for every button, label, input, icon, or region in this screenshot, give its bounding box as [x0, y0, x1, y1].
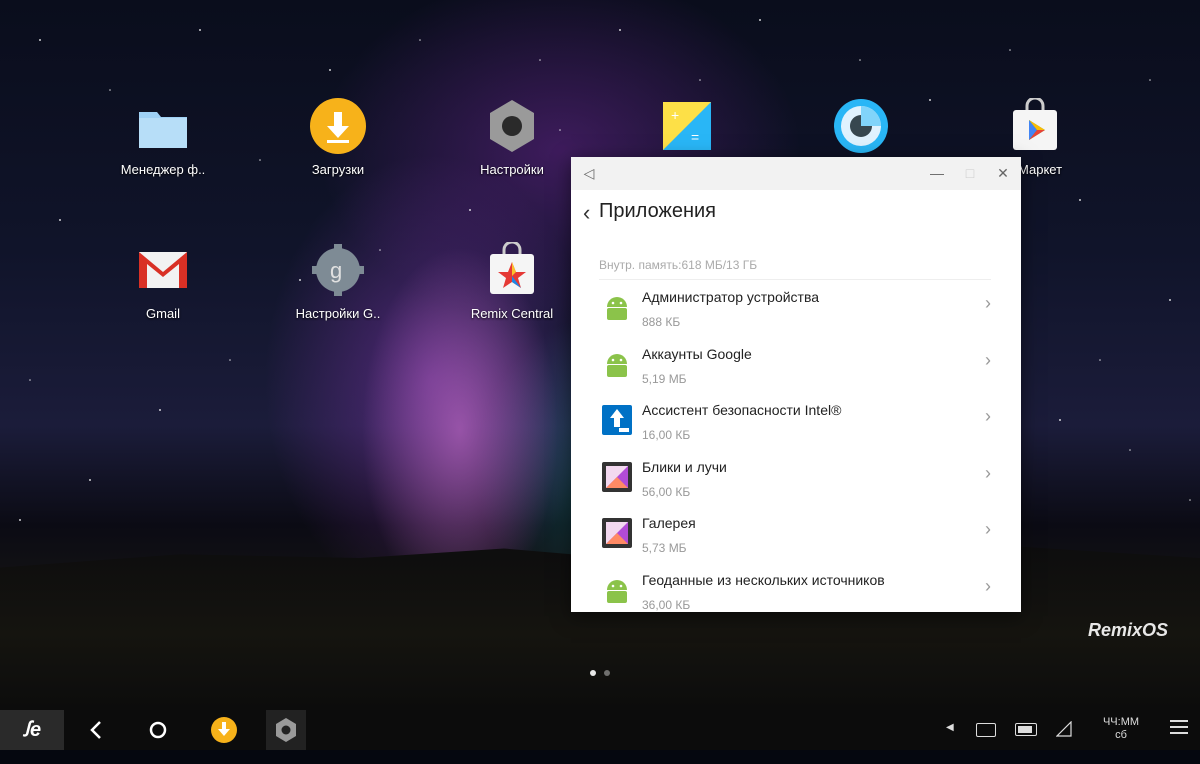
app-list: Администратор устройства 888 КБ › Аккаун…: [571, 281, 1021, 612]
list-item[interactable]: Блики и лучи 56,00 КБ ›: [571, 451, 1021, 508]
camera-icon: [833, 98, 889, 154]
play-store-icon: [1007, 96, 1063, 154]
desktop-icon-settings[interactable]: Настройки: [437, 98, 587, 177]
chevron-right-icon: ›: [985, 293, 991, 313]
gallery-icon: [602, 518, 632, 548]
app-size: 888 КБ: [642, 315, 681, 329]
home-icon[interactable]: [138, 710, 178, 750]
gmail-icon: [135, 242, 191, 298]
start-button[interactable]: ꭍe: [0, 710, 64, 750]
app-name: Блики и лучи: [642, 458, 727, 475]
signal-icon[interactable]: [1056, 721, 1072, 737]
svg-text:g: g: [330, 258, 342, 283]
desktop-icon-camera[interactable]: [786, 98, 936, 162]
clock-day: сб: [1115, 729, 1127, 741]
intel-security-icon: [602, 405, 632, 435]
list-item[interactable]: Аккаунты Google 5,19 МБ ›: [571, 338, 1021, 395]
window-minimize-button[interactable]: —: [929, 165, 945, 181]
android-icon: [607, 297, 627, 320]
window-close-button[interactable]: ✕: [995, 165, 1011, 181]
desktop-icon-gmail[interactable]: Gmail: [88, 242, 238, 321]
app-header: ‹ Приложения: [571, 190, 1021, 232]
app-size: 5,73 МБ: [642, 541, 687, 555]
desktop-icon-label: Настройки G..: [295, 306, 381, 321]
list-item[interactable]: Галерея 5,73 МБ ›: [571, 507, 1021, 564]
folder-icon: [135, 98, 191, 154]
desktop-icon-file-manager[interactable]: Менеджер ф..: [88, 98, 238, 177]
keyboard-icon[interactable]: [976, 723, 996, 737]
remix-os-logo: RemixOS: [1088, 620, 1169, 640]
chevron-right-icon: ›: [985, 406, 991, 426]
clock[interactable]: ЧЧ:ММ сб: [1095, 716, 1147, 742]
remix-central-icon: [484, 240, 540, 298]
app-size: 16,00 КБ: [642, 428, 691, 442]
desktop-icon-calculator[interactable]: + =: [612, 98, 762, 162]
page-dot-active[interactable]: [590, 670, 596, 676]
divider: [599, 279, 991, 280]
page-title: Приложения: [599, 200, 717, 222]
clock-time: ЧЧ:ММ: [1102, 716, 1140, 728]
app-name: Геоданные из нескольких источников: [642, 571, 885, 588]
android-icon: [607, 579, 627, 603]
battery-icon[interactable]: [1015, 723, 1037, 736]
page-dot[interactable]: [604, 670, 610, 676]
calculator-icon: + =: [659, 98, 715, 154]
taskbar-settings-icon[interactable]: [266, 710, 306, 750]
page-indicator: [590, 663, 618, 681]
app-size: 56,00 КБ: [642, 484, 691, 499]
desktop-icon-label: Gmail: [146, 306, 180, 321]
list-item[interactable]: Ассистент безопасности Intel® 16,00 КБ ›: [571, 394, 1021, 451]
desktop-icon-google-settings[interactable]: g Настройки G..: [263, 242, 413, 321]
download-icon: [310, 98, 366, 154]
tray-expand-icon[interactable]: ◀: [946, 722, 954, 733]
taskbar: ꭍe ◀ ЧЧ:ММ сб: [0, 710, 1200, 750]
chevron-right-icon: ›: [985, 575, 991, 596]
svg-text:=: =: [691, 129, 699, 145]
google-settings-icon: g: [310, 242, 366, 298]
desktop-icon-label: Менеджер ф..: [120, 162, 206, 177]
app-size: 5,19 МБ: [642, 371, 687, 386]
chevron-right-icon: ›: [985, 519, 991, 539]
list-item[interactable]: Геоданные из нескольких источников 36,00…: [571, 564, 1021, 613]
desktop-icon-downloads[interactable]: Загрузки: [263, 98, 413, 177]
list-item[interactable]: Администратор устройства 888 КБ ›: [571, 281, 1021, 338]
window-titlebar[interactable]: ◁ — □ ✕: [571, 157, 1021, 190]
desktop-icon-remix-central[interactable]: Remix Central: [437, 240, 587, 321]
app-name: Администратор устройства: [642, 289, 820, 305]
back-icon[interactable]: [76, 710, 116, 750]
app-size: 36,00 КБ: [642, 597, 691, 612]
apps-settings-window[interactable]: ◁ — □ ✕ ‹ Приложения Внутр. память:618 М…: [571, 157, 1021, 612]
desktop-icon-label: Загрузки: [311, 162, 365, 177]
desktop-icon-label: Настройки: [480, 162, 544, 177]
app-name: Ассистент безопасности Intel®: [642, 402, 842, 418]
app-name: Аккаунты Google: [642, 345, 752, 362]
window-maximize-button[interactable]: □: [962, 165, 978, 181]
settings-gear-icon: [484, 98, 540, 154]
notifications-menu-icon[interactable]: [1170, 720, 1188, 738]
desktop-icon-label: Remix Central: [470, 306, 554, 321]
svg-text:+: +: [671, 107, 679, 123]
android-icon: [607, 353, 627, 377]
storage-info: Внутр. память:618 МБ/13 ГБ: [599, 258, 758, 272]
taskbar-downloads-icon[interactable]: [204, 710, 244, 750]
back-chevron-icon[interactable]: ‹: [583, 200, 590, 226]
app-name: Галерея: [642, 515, 696, 531]
gallery-icon: [602, 461, 632, 492]
window-back-icon[interactable]: ◁: [581, 165, 597, 181]
chevron-right-icon: ›: [985, 462, 991, 483]
chevron-right-icon: ›: [985, 349, 991, 370]
